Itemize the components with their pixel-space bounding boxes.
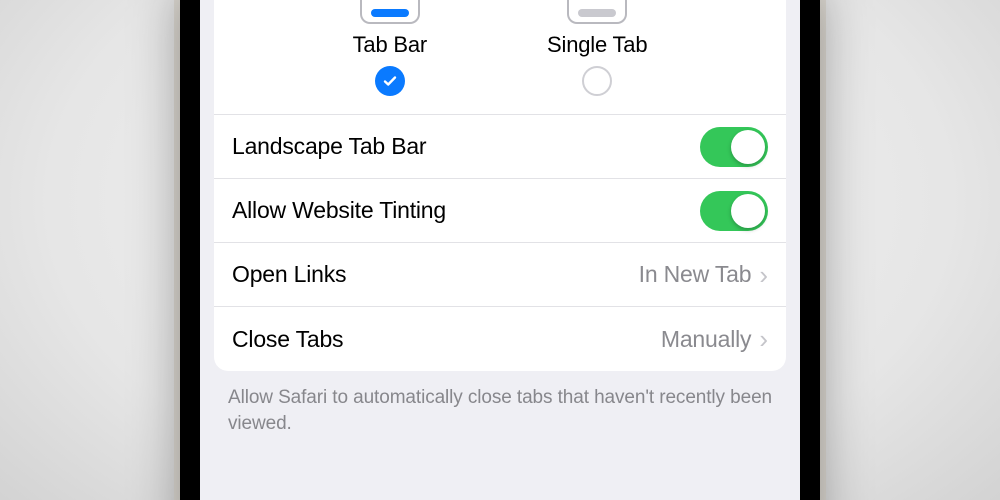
radio-single-tab[interactable] <box>582 66 612 96</box>
screen: Tab Bar Single Tab Landscape <box>200 0 800 500</box>
row-close-tabs[interactable]: Close Tabs Manually › <box>214 307 786 371</box>
layout-label-tab-bar: Tab Bar <box>353 32 427 58</box>
layout-label-single-tab: Single Tab <box>547 32 647 58</box>
label-allow-website-tinting: Allow Website Tinting <box>232 197 446 224</box>
value-open-links: In New Tab <box>639 261 752 288</box>
checkmark-icon <box>382 73 398 89</box>
value-close-tabs: Manually <box>661 326 751 353</box>
layout-option-single-tab[interactable]: Single Tab <box>547 0 647 96</box>
row-open-links[interactable]: Open Links In New Tab › <box>214 243 786 307</box>
chevron-right-icon: › <box>759 326 768 352</box>
toggle-landscape-tab-bar[interactable] <box>700 127 768 167</box>
toggle-knob <box>731 130 765 164</box>
label-open-links: Open Links <box>232 261 346 288</box>
footer-help-text: Allow Safari to automatically close tabs… <box>200 371 800 436</box>
phone-frame: Tab Bar Single Tab Landscape <box>180 0 820 500</box>
label-close-tabs: Close Tabs <box>232 326 343 353</box>
tab-layout-chooser: Tab Bar Single Tab <box>214 0 786 115</box>
row-allow-website-tinting: Allow Website Tinting <box>214 179 786 243</box>
toggle-allow-website-tinting[interactable] <box>700 191 768 231</box>
toggle-knob <box>731 194 765 228</box>
chevron-right-icon: › <box>759 262 768 288</box>
row-landscape-tab-bar: Landscape Tab Bar <box>214 115 786 179</box>
single-tab-preview-icon <box>567 0 627 24</box>
tab-bar-preview-icon <box>360 0 420 24</box>
label-landscape-tab-bar: Landscape Tab Bar <box>232 133 426 160</box>
layout-option-tab-bar[interactable]: Tab Bar <box>353 0 427 96</box>
settings-panel: Tab Bar Single Tab Landscape <box>214 0 786 371</box>
radio-tab-bar[interactable] <box>375 66 405 96</box>
